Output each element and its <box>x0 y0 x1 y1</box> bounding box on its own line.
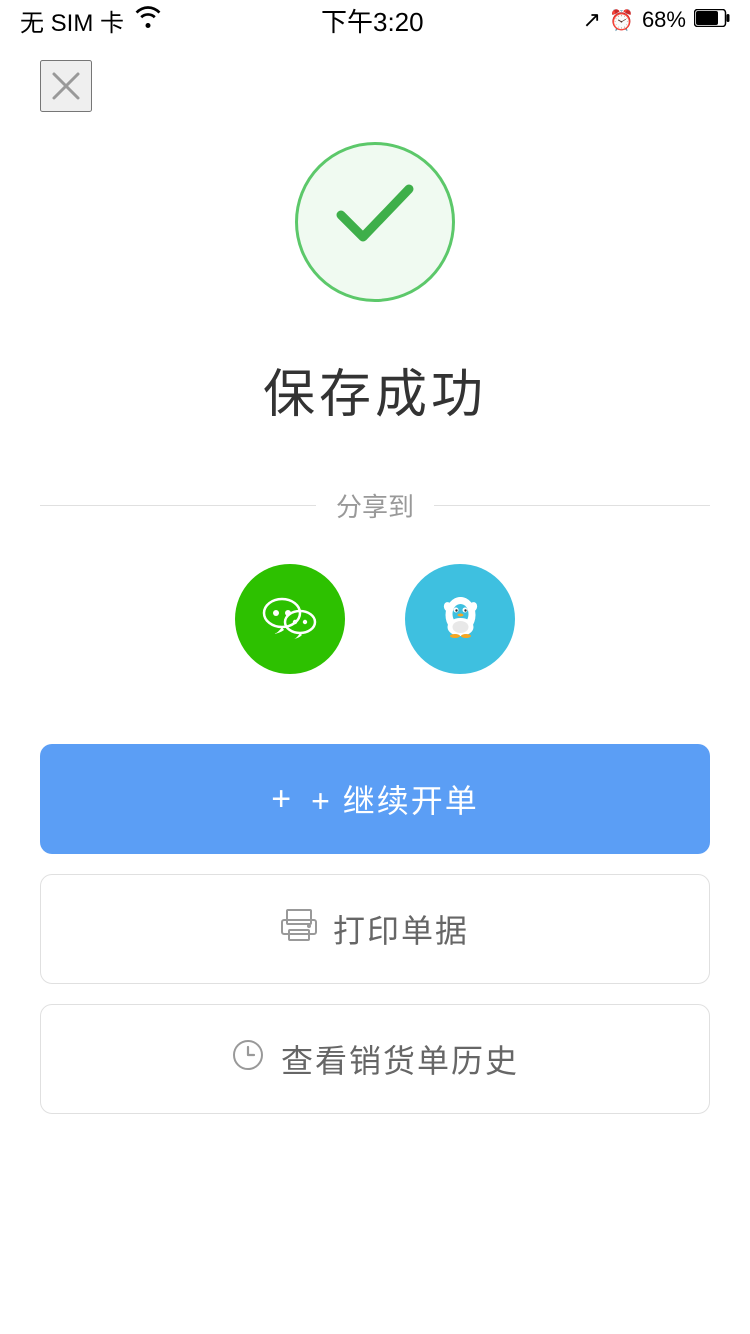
status-left: 无 SIM 卡 <box>20 3 162 38</box>
continue-order-label: + 继续开单 <box>311 776 479 822</box>
wifi-icon <box>134 6 162 34</box>
history-label: 查看销货单历史 <box>281 1036 519 1082</box>
battery-label: 68% <box>642 7 686 33</box>
alarm-icon: ⏰ <box>609 8 634 33</box>
close-icon <box>50 70 82 102</box>
location-icon: ↗ <box>583 7 601 33</box>
no-sim-label: 无 SIM 卡 <box>20 3 124 38</box>
print-button[interactable]: 打印单据 <box>40 874 710 984</box>
share-icons-row <box>235 564 515 674</box>
print-label: 打印单据 <box>333 906 469 952</box>
print-icon <box>281 909 317 950</box>
wechat-share-button[interactable] <box>235 564 345 674</box>
wechat-icon <box>258 587 323 652</box>
status-time: 下午3:20 <box>321 2 424 39</box>
qq-icon <box>428 587 493 652</box>
share-label: 分享到 <box>316 487 434 524</box>
checkmark-icon <box>335 179 415 259</box>
main-content: 保存成功 分享到 <box>0 40 750 1334</box>
history-icon <box>231 1038 265 1081</box>
history-button[interactable]: 查看销货单历史 <box>40 1004 710 1114</box>
divider-line-left <box>40 505 316 506</box>
status-bar: 无 SIM 卡 下午3:20 ↗ ⏰ 68% <box>0 0 750 40</box>
status-right: ↗ ⏰ 68% <box>583 7 730 33</box>
success-icon-circle <box>295 142 455 302</box>
action-buttons: + + 继续开单 打印单据 查看销货单历史 <box>40 744 710 1114</box>
divider-line-right <box>434 505 710 506</box>
close-button[interactable] <box>40 60 92 112</box>
qq-share-button[interactable] <box>405 564 515 674</box>
plus-icon: + <box>271 780 291 819</box>
continue-order-button[interactable]: + + 继续开单 <box>40 744 710 854</box>
share-divider: 分享到 <box>40 487 710 524</box>
battery-icon <box>694 7 730 33</box>
success-title: 保存成功 <box>263 352 487 427</box>
